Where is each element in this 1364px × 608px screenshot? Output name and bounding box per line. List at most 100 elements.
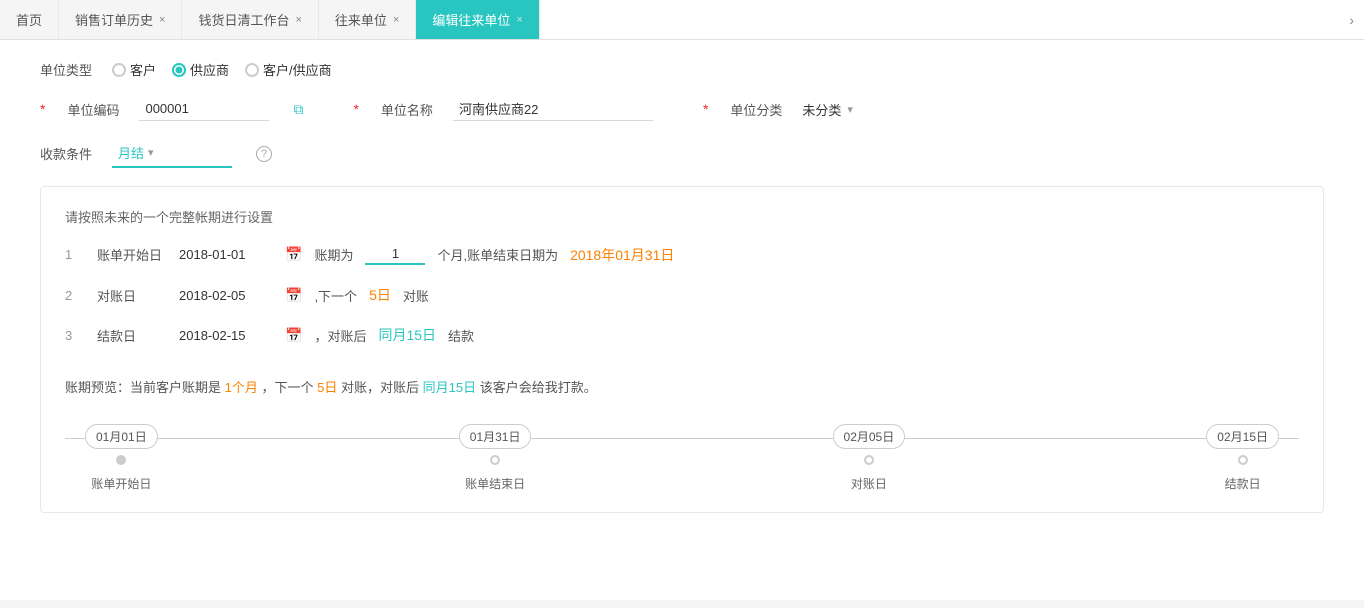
period-end-date: 2018年01月31日: [570, 245, 674, 265]
close-partner-unit-icon[interactable]: ×: [393, 14, 399, 26]
timeline-dot-3: [864, 455, 874, 465]
step3-highlight: 同月15日: [378, 325, 436, 345]
period-unit-text: 个月,账单结束日期为: [437, 245, 558, 264]
radio-supplier[interactable]: 供应商: [172, 60, 229, 79]
calendar-icon-2[interactable]: 📅: [285, 287, 302, 304]
timeline-dot-1: [116, 455, 126, 465]
radio-customer[interactable]: 客户: [112, 60, 156, 79]
preview-part3-highlight: 同月15日: [423, 380, 476, 395]
tab-sales-history-label: 销售订单历史: [75, 10, 153, 29]
unit-name-input[interactable]: 河南供应商22: [453, 97, 653, 121]
timeline-point-4: 02月15日 结款日: [1206, 424, 1279, 492]
tab-home-label: 首页: [16, 10, 42, 29]
payment-terms-label: 收款条件: [40, 144, 92, 163]
step-num-1: 1: [65, 247, 85, 262]
radio-customer-supplier[interactable]: 客户/供应商: [245, 60, 332, 79]
step-row-2: 2 对账日 2018-02-05 📅 ,下一个 5日 对账: [65, 285, 1299, 305]
close-cash-work-icon[interactable]: ×: [295, 14, 301, 26]
radio-supplier-label: 供应商: [190, 60, 229, 79]
radio-customer-supplier-circle: [245, 63, 259, 77]
step2-highlight: 5日: [369, 285, 391, 305]
copy-icon[interactable]: ⧉: [293, 101, 303, 118]
tab-edit-partner[interactable]: 编辑往来单位 ×: [416, 0, 539, 39]
timeline-badge-2: 01月31日: [459, 424, 532, 449]
timeline-points: 01月01日 账单开始日 01月31日 账单结束日 02月05日 对账日: [85, 424, 1279, 492]
preview-part2-suffix: 对账，对账后: [341, 380, 419, 395]
timeline-label-2: 账单结束日: [465, 475, 525, 492]
category-dropdown-icon: ▾: [847, 103, 853, 116]
unit-category-value: 未分类: [802, 100, 841, 119]
tab-edit-partner-label: 编辑往来单位: [432, 10, 510, 29]
tab-sales-history[interactable]: 销售订单历史 ×: [59, 0, 182, 39]
tab-partner-unit[interactable]: 往来单位 ×: [319, 0, 416, 39]
step-label-1: 账单开始日: [97, 245, 167, 264]
preview-part1: 1个月: [225, 380, 258, 395]
close-edit-partner-icon[interactable]: ×: [516, 14, 522, 26]
preview-section: 账期预览：当前客户账期是 1个月 ，下一个 5日 对账，对账后 同月15日 该客…: [65, 365, 1299, 404]
radio-customer-supplier-label: 客户/供应商: [263, 60, 332, 79]
step2-desc-suffix: 对账: [403, 286, 429, 305]
preview-part2-prefix: ，下一个: [262, 380, 314, 395]
radio-customer-label: 客户: [130, 60, 156, 79]
billing-period-section: 请按照未来的一个完整帐期进行设置 1 账单开始日 2018-01-01 📅 账期…: [40, 186, 1324, 513]
preview-part2-highlight: 5日: [317, 380, 337, 395]
step-date-2: 2018-02-05: [179, 288, 269, 303]
tab-partner-unit-label: 往来单位: [335, 10, 387, 29]
step2-desc-prefix: ,下一个: [314, 286, 357, 305]
timeline-badge-4: 02月15日: [1206, 424, 1279, 449]
timeline-dot-4: [1238, 455, 1248, 465]
calendar-icon-1[interactable]: 📅: [285, 246, 302, 263]
tab-home[interactable]: 首页: [0, 0, 59, 39]
timeline-label-3: 对账日: [851, 475, 887, 492]
unit-type-label: 单位类型: [40, 60, 92, 79]
timeline-badge-1: 01月01日: [85, 424, 158, 449]
step-label-3: 结款日: [97, 326, 167, 345]
timeline-dot-2: [490, 455, 500, 465]
step-row-3: 3 结款日 2018-02-15 📅 ，对账后 同月15日 结款: [65, 325, 1299, 345]
timeline-point-2: 01月31日 账单结束日: [459, 424, 532, 492]
payment-terms-value: 月结: [118, 143, 144, 162]
timeline-badge-3: 02月05日: [833, 424, 906, 449]
unit-code-star: *: [40, 101, 45, 117]
radio-customer-circle: [112, 63, 126, 77]
calendar-icon-3[interactable]: 📅: [285, 327, 302, 344]
payment-terms-select[interactable]: 月结 ▾: [112, 139, 232, 168]
unit-category-select[interactable]: 未分类 ▾: [802, 100, 853, 119]
step3-desc-prefix: ，对账后: [314, 326, 366, 345]
tab-cash-work-label: 钱货日清工作台: [198, 10, 289, 29]
step-num-2: 2: [65, 288, 85, 303]
timeline: 01月01日 账单开始日 01月31日 账单结束日 02月05日 对账日: [65, 424, 1299, 492]
timeline-point-1: 01月01日 账单开始日: [85, 424, 158, 492]
preview-label: 账期预览：当前客户账期是: [65, 380, 221, 395]
unit-name-star: *: [353, 101, 358, 117]
radio-supplier-circle: [172, 63, 186, 77]
step-row-1: 1 账单开始日 2018-01-01 📅 账期为 1 个月,账单结束日期为 20…: [65, 244, 1299, 265]
unit-type-row: 单位类型 客户 供应商 客户/供应商: [40, 60, 1324, 79]
tab-scroll-right[interactable]: ›: [1339, 0, 1364, 39]
step-period-label: 账期为: [314, 245, 353, 264]
unit-category-star: *: [703, 101, 708, 117]
preview-part3-suffix: 该客户会给我打款。: [480, 380, 597, 395]
tab-bar: 首页 销售订单历史 × 钱货日清工作台 × 往来单位 × 编辑往来单位 × ›: [0, 0, 1364, 40]
tab-cash-work[interactable]: 钱货日清工作台 ×: [182, 0, 318, 39]
close-sales-history-icon[interactable]: ×: [159, 14, 165, 26]
step3-desc-suffix: 结款: [448, 326, 474, 345]
payment-terms-row: 收款条件 月结 ▾ ?: [40, 139, 1324, 168]
step-date-1: 2018-01-01: [179, 247, 269, 262]
unit-category-label: 单位分类: [730, 100, 782, 119]
timeline-label-1: 账单开始日: [91, 475, 151, 492]
step-label-2: 对账日: [97, 286, 167, 305]
payment-terms-dropdown-icon: ▾: [148, 146, 154, 159]
unit-info-row: * 单位编码 000001 ⧉ * 单位名称 河南供应商22 * 单位分类 未分…: [40, 97, 1324, 121]
main-content: 单位类型 客户 供应商 客户/供应商 * 单位编码 000001 ⧉ * 单位名…: [0, 40, 1364, 600]
step-num-3: 3: [65, 328, 85, 343]
unit-code-label: 单位编码: [67, 100, 119, 119]
unit-type-radio-group: 客户 供应商 客户/供应商: [112, 60, 332, 79]
unit-code-input[interactable]: 000001: [139, 97, 269, 121]
timeline-label-4: 结款日: [1225, 475, 1261, 492]
step-date-3: 2018-02-15: [179, 328, 269, 343]
unit-name-label: 单位名称: [381, 100, 433, 119]
timeline-point-3: 02月05日 对账日: [833, 424, 906, 492]
period-value-input[interactable]: 1: [365, 244, 425, 265]
payment-terms-help-icon[interactable]: ?: [256, 146, 272, 162]
